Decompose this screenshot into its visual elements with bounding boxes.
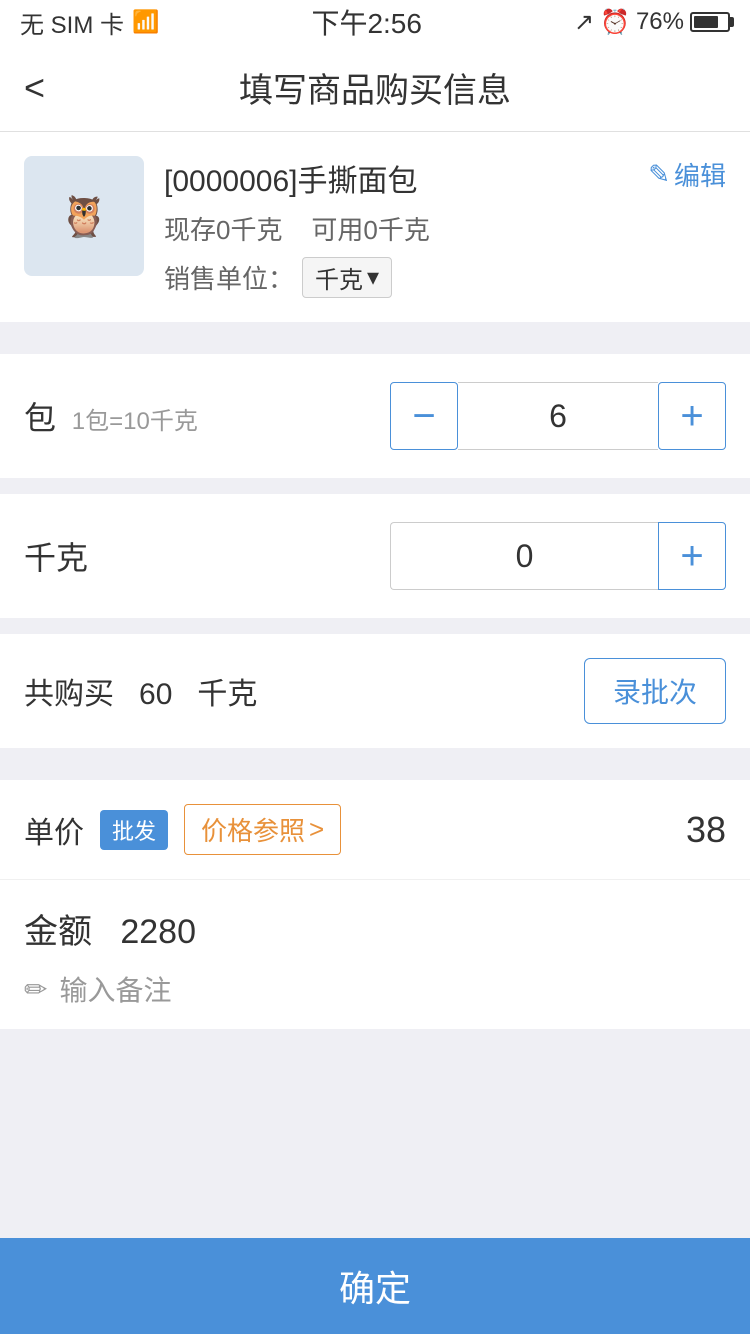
status-bar: 无 SIM 卡 📶 下午2:56 ↗ ⏰ 76% (0, 0, 750, 44)
product-info: [0000006]手撕面包 现存0千克 可用0千克 销售单位： 千克 ▾ (164, 156, 628, 298)
product-thumbnail: 🦉 (24, 156, 144, 276)
price-label: 单价 (24, 808, 84, 852)
note-label: 输入备注 (59, 969, 171, 1009)
stock-label: 现存0千克 (164, 215, 282, 245)
price-ref-button[interactable]: 价格参照 > (184, 804, 341, 855)
bao-minus-button[interactable]: − (390, 382, 458, 450)
product-card: 🦉 [0000006]手撕面包 现存0千克 可用0千克 销售单位： 千克 ▾ ✎… (0, 132, 750, 322)
price-batch-tag: 批发 (100, 810, 168, 850)
amount-section: 金额 2280 ✏ 输入备注 (0, 880, 750, 1029)
bao-quantity-input[interactable] (458, 382, 658, 450)
total-prefix: 共购买 (24, 678, 114, 711)
total-amount: 60 (139, 678, 172, 711)
bao-plus-button[interactable]: + (658, 382, 726, 450)
product-name: [0000006]手撕面包 (164, 156, 628, 200)
unit-value: 千克 (315, 260, 363, 295)
edit-label: 编辑 (674, 156, 726, 193)
separator-3 (0, 748, 750, 764)
battery-icon (690, 12, 730, 32)
separator-2 (0, 478, 750, 494)
kg-label: 千克 (24, 533, 88, 579)
total-unit: 千克 (197, 678, 257, 711)
kg-quantity-input[interactable] (390, 522, 658, 590)
wifi-icon: 📶 (132, 9, 159, 35)
status-left: 无 SIM 卡 📶 (20, 5, 159, 40)
carrier-label: 无 SIM 卡 (20, 5, 124, 40)
amount-row: 金额 2280 (24, 904, 726, 953)
product-stock: 现存0千克 可用0千克 (164, 210, 628, 247)
total-text: 共购买 60 千克 (24, 669, 257, 713)
bao-label-group: 包 1包=10千克 (24, 393, 198, 439)
status-time: 下午2:56 (311, 2, 422, 42)
unit-drop-arrow: ▾ (367, 263, 379, 292)
location-icon: ↗ (574, 8, 594, 37)
total-section: 共购买 60 千克 录批次 (0, 634, 750, 748)
edit-button[interactable]: ✎ 编辑 (648, 156, 726, 193)
battery-percent: 76% (636, 8, 684, 36)
confirm-button[interactable]: 确定 (0, 1238, 750, 1334)
available-label: 可用0千克 (311, 215, 429, 245)
kg-row: 千克 + (24, 494, 726, 618)
empty-area (0, 1029, 750, 1229)
amount-label: 金额 (24, 913, 92, 951)
price-ref-arrow: > (309, 814, 324, 845)
product-logo: 🦉 (59, 193, 109, 240)
kg-plus-button[interactable]: + (658, 522, 726, 590)
price-ref-label: 价格参照 (201, 811, 305, 848)
price-value: 38 (686, 809, 726, 851)
bao-row: 包 1包=10千克 − + (24, 354, 726, 478)
back-button[interactable]: < (24, 67, 45, 109)
product-unit: 销售单位： 千克 ▾ (164, 257, 628, 298)
unit-label: 销售单位： (164, 259, 294, 296)
battery-fill (694, 16, 718, 28)
alarm-icon: ⏰ (600, 8, 630, 37)
header: < 填写商品购买信息 (0, 44, 750, 132)
bao-section: 包 1包=10千克 − + (0, 354, 750, 478)
separator-1 (0, 338, 750, 354)
bao-quantity-control: − + (390, 382, 726, 450)
pencil-icon: ✏ (24, 973, 47, 1006)
status-right: ↗ ⏰ 76% (574, 8, 730, 37)
page-title: 填写商品购买信息 (239, 63, 511, 112)
unit-badge[interactable]: 千克 ▾ (302, 257, 392, 298)
bao-label: 包 (24, 400, 56, 436)
note-row[interactable]: ✏ 输入备注 (24, 969, 726, 1009)
batch-button[interactable]: 录批次 (584, 658, 726, 724)
amount-value: 2280 (120, 913, 196, 951)
kg-section: 千克 + (0, 494, 750, 618)
edit-icon: ✎ (648, 159, 670, 190)
kg-quantity-control: + (390, 522, 726, 590)
bao-sublabel: 1包=10千克 (72, 408, 198, 435)
price-section: 单价 批发 价格参照 > 38 (0, 780, 750, 880)
